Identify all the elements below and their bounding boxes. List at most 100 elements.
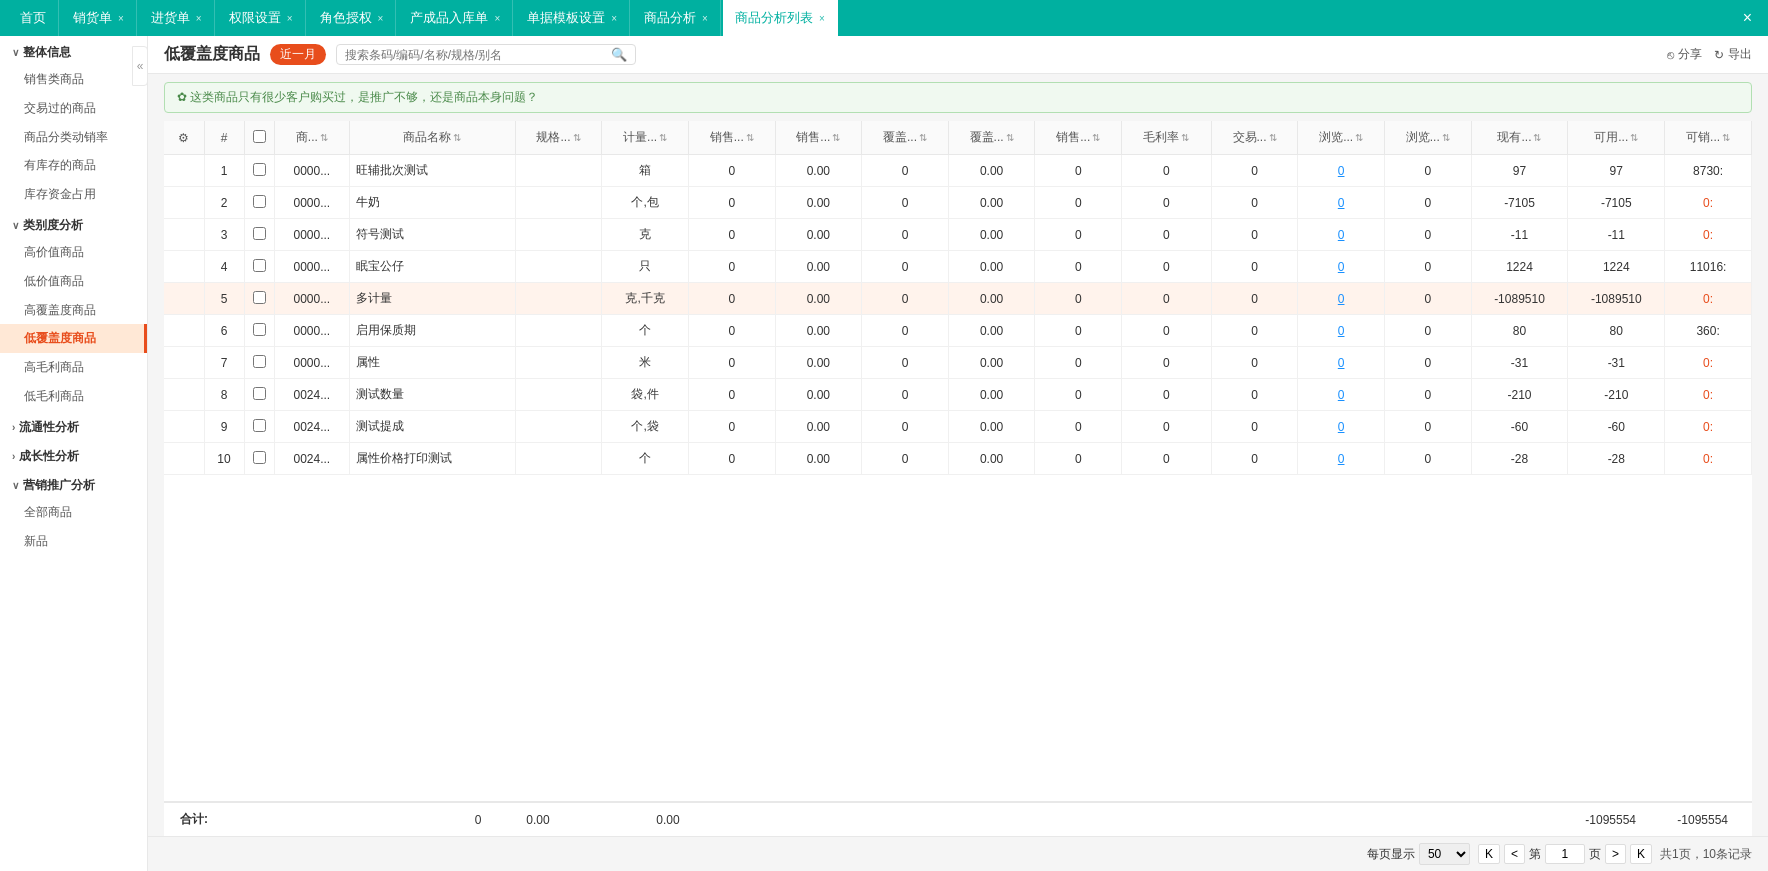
gross-rate-column-header[interactable]: 毛利率⇅ [1122, 121, 1212, 155]
sellable-column-header[interactable]: 可销...⇅ [1665, 121, 1752, 155]
cov2-column-header[interactable]: 覆盖...⇅ [948, 121, 1035, 155]
sidebar-section-overall[interactable]: ∨ 整体信息 [0, 36, 147, 65]
row-checkbox-cell[interactable] [244, 411, 274, 443]
row-checkbox-cell[interactable] [244, 283, 274, 315]
row-checkbox-cell[interactable] [244, 315, 274, 347]
row-browse1-cell[interactable]: 0 [1298, 155, 1385, 187]
sidebar-item-low-value[interactable]: 低价值商品 [0, 267, 147, 296]
row-checkbox-cell[interactable] [244, 155, 274, 187]
close-icon[interactable]: × [378, 13, 384, 24]
next-page-button[interactable]: > [1605, 844, 1626, 864]
sidebar-item-inventory-capital[interactable]: 库存资金占用 [0, 180, 147, 209]
row-checkbox[interactable] [253, 163, 266, 176]
sidebar-section-marketing[interactable]: ∨ 营销推广分析 [0, 469, 147, 498]
row-sales-qty-cell: 0 [688, 411, 775, 443]
row-checkbox-cell[interactable] [244, 347, 274, 379]
settings-column-header[interactable]: ⚙ [164, 121, 204, 155]
cov1-column-header[interactable]: 覆盖...⇅ [862, 121, 949, 155]
code-column-header[interactable]: 商...⇅ [274, 121, 350, 155]
close-icon[interactable]: × [118, 13, 124, 24]
row-checkbox[interactable] [253, 387, 266, 400]
sidebar-item-stock-goods[interactable]: 有库存的商品 [0, 151, 147, 180]
close-all-tabs-button[interactable]: × [1735, 9, 1760, 27]
available-column-header[interactable]: 可用...⇅ [1568, 121, 1665, 155]
unit-column-header[interactable]: 计量...⇅ [602, 121, 689, 155]
close-icon[interactable]: × [819, 13, 825, 24]
row-checkbox-cell[interactable] [244, 251, 274, 283]
sidebar-item-high-profit[interactable]: 高毛利商品 [0, 353, 147, 382]
close-icon[interactable]: × [702, 13, 708, 24]
row-checkbox-cell[interactable] [244, 187, 274, 219]
close-icon[interactable]: × [611, 13, 617, 24]
nav-tab-analysis-list[interactable]: 商品分析列表 × [723, 0, 838, 36]
nav-tab-product-storage[interactable]: 产成品入库单 × [398, 0, 513, 36]
row-browse1-cell[interactable]: 0 [1298, 283, 1385, 315]
close-icon[interactable]: × [494, 13, 500, 24]
nav-tab-analysis[interactable]: 商品分析 × [632, 0, 721, 36]
row-browse1-cell[interactable]: 0 [1298, 379, 1385, 411]
nav-tab-permission[interactable]: 权限设置 × [217, 0, 306, 36]
first-page-button[interactable]: K [1478, 844, 1500, 864]
last-page-button[interactable]: K [1630, 844, 1652, 864]
sidebar-item-traded-goods[interactable]: 交易过的商品 [0, 94, 147, 123]
row-checkbox[interactable] [253, 227, 266, 240]
row-checkbox[interactable] [253, 323, 266, 336]
row-checkbox-cell[interactable] [244, 219, 274, 251]
sidebar-section-liquidity[interactable]: › 流通性分析 [0, 411, 147, 440]
row-checkbox-cell[interactable] [244, 443, 274, 475]
nav-tab-sales[interactable]: 销货单 × [61, 0, 137, 36]
row-browse1-cell[interactable]: 0 [1298, 443, 1385, 475]
page-size-dropdown[interactable]: 50 100 200 [1419, 843, 1470, 865]
current-stock-column-header[interactable]: 现有...⇅ [1471, 121, 1568, 155]
sidebar-item-sales-goods[interactable]: 销售类商品 [0, 65, 147, 94]
close-icon[interactable]: × [287, 13, 293, 24]
row-spec-cell [515, 155, 602, 187]
row-checkbox[interactable] [253, 419, 266, 432]
close-icon[interactable]: × [196, 13, 202, 24]
sidebar-item-high-value[interactable]: 高价值商品 [0, 238, 147, 267]
sales3-column-header[interactable]: 销售...⇅ [1035, 121, 1122, 155]
select-all-checkbox[interactable] [253, 130, 266, 143]
sidebar-item-category-rate[interactable]: 商品分类动销率 [0, 123, 147, 152]
browse2-column-header[interactable]: 浏览...⇅ [1384, 121, 1471, 155]
row-browse1-cell[interactable]: 0 [1298, 187, 1385, 219]
row-browse1-cell[interactable]: 0 [1298, 219, 1385, 251]
export-button[interactable]: ↻ 导出 [1714, 46, 1752, 63]
sales-amt-column-header[interactable]: 销售...⇅ [775, 121, 862, 155]
nav-tab-home[interactable]: 首页 [8, 0, 59, 36]
row-browse1-cell[interactable]: 0 [1298, 251, 1385, 283]
row-checkbox-cell[interactable] [244, 379, 274, 411]
spec-column-header[interactable]: 规格...⇅ [515, 121, 602, 155]
row-browse1-cell[interactable]: 0 [1298, 347, 1385, 379]
row-checkbox[interactable] [253, 259, 266, 272]
sales-qty-column-header[interactable]: 销售...⇅ [688, 121, 775, 155]
sidebar-item-low-profit[interactable]: 低毛利商品 [0, 382, 147, 411]
search-icon[interactable]: 🔍 [611, 47, 627, 62]
trade-column-header[interactable]: 交易...⇅ [1211, 121, 1298, 155]
sidebar-item-high-coverage[interactable]: 高覆盖度商品 [0, 296, 147, 325]
nav-tab-purchase[interactable]: 进货单 × [139, 0, 215, 36]
sidebar-item-low-coverage[interactable]: 低覆盖度商品 [0, 324, 147, 353]
sidebar-section-growth[interactable]: › 成长性分析 [0, 440, 147, 469]
data-table-wrapper[interactable]: ⚙ # 商...⇅ 商品名称⇅ 规格...⇅ 计量...⇅ 销售...⇅ 销售.… [164, 121, 1752, 801]
sidebar-item-new-goods[interactable]: 新品 [0, 527, 147, 556]
row-checkbox[interactable] [253, 291, 266, 304]
nav-tab-template[interactable]: 单据模板设置 × [515, 0, 630, 36]
sidebar-item-all-goods[interactable]: 全部商品 [0, 498, 147, 527]
sidebar-collapse-button[interactable]: « [132, 46, 148, 86]
sidebar-section-category[interactable]: ∨ 类别度分析 [0, 209, 147, 238]
prev-page-button[interactable]: < [1504, 844, 1525, 864]
nav-tab-role[interactable]: 角色授权 × [308, 0, 397, 36]
row-checkbox[interactable] [253, 451, 266, 464]
row-browse1-cell[interactable]: 0 [1298, 411, 1385, 443]
row-checkbox[interactable] [253, 195, 266, 208]
name-column-header[interactable]: 商品名称⇅ [350, 121, 516, 155]
search-input[interactable] [345, 48, 607, 62]
share-button[interactable]: ⎋ 分享 [1667, 46, 1702, 63]
row-checkbox[interactable] [253, 355, 266, 368]
time-filter-button[interactable]: 近一月 [270, 44, 326, 65]
checkbox-column-header[interactable] [244, 121, 274, 155]
row-browse1-cell[interactable]: 0 [1298, 315, 1385, 347]
browse1-column-header[interactable]: 浏览...⇅ [1298, 121, 1385, 155]
page-number-input[interactable] [1545, 844, 1585, 864]
